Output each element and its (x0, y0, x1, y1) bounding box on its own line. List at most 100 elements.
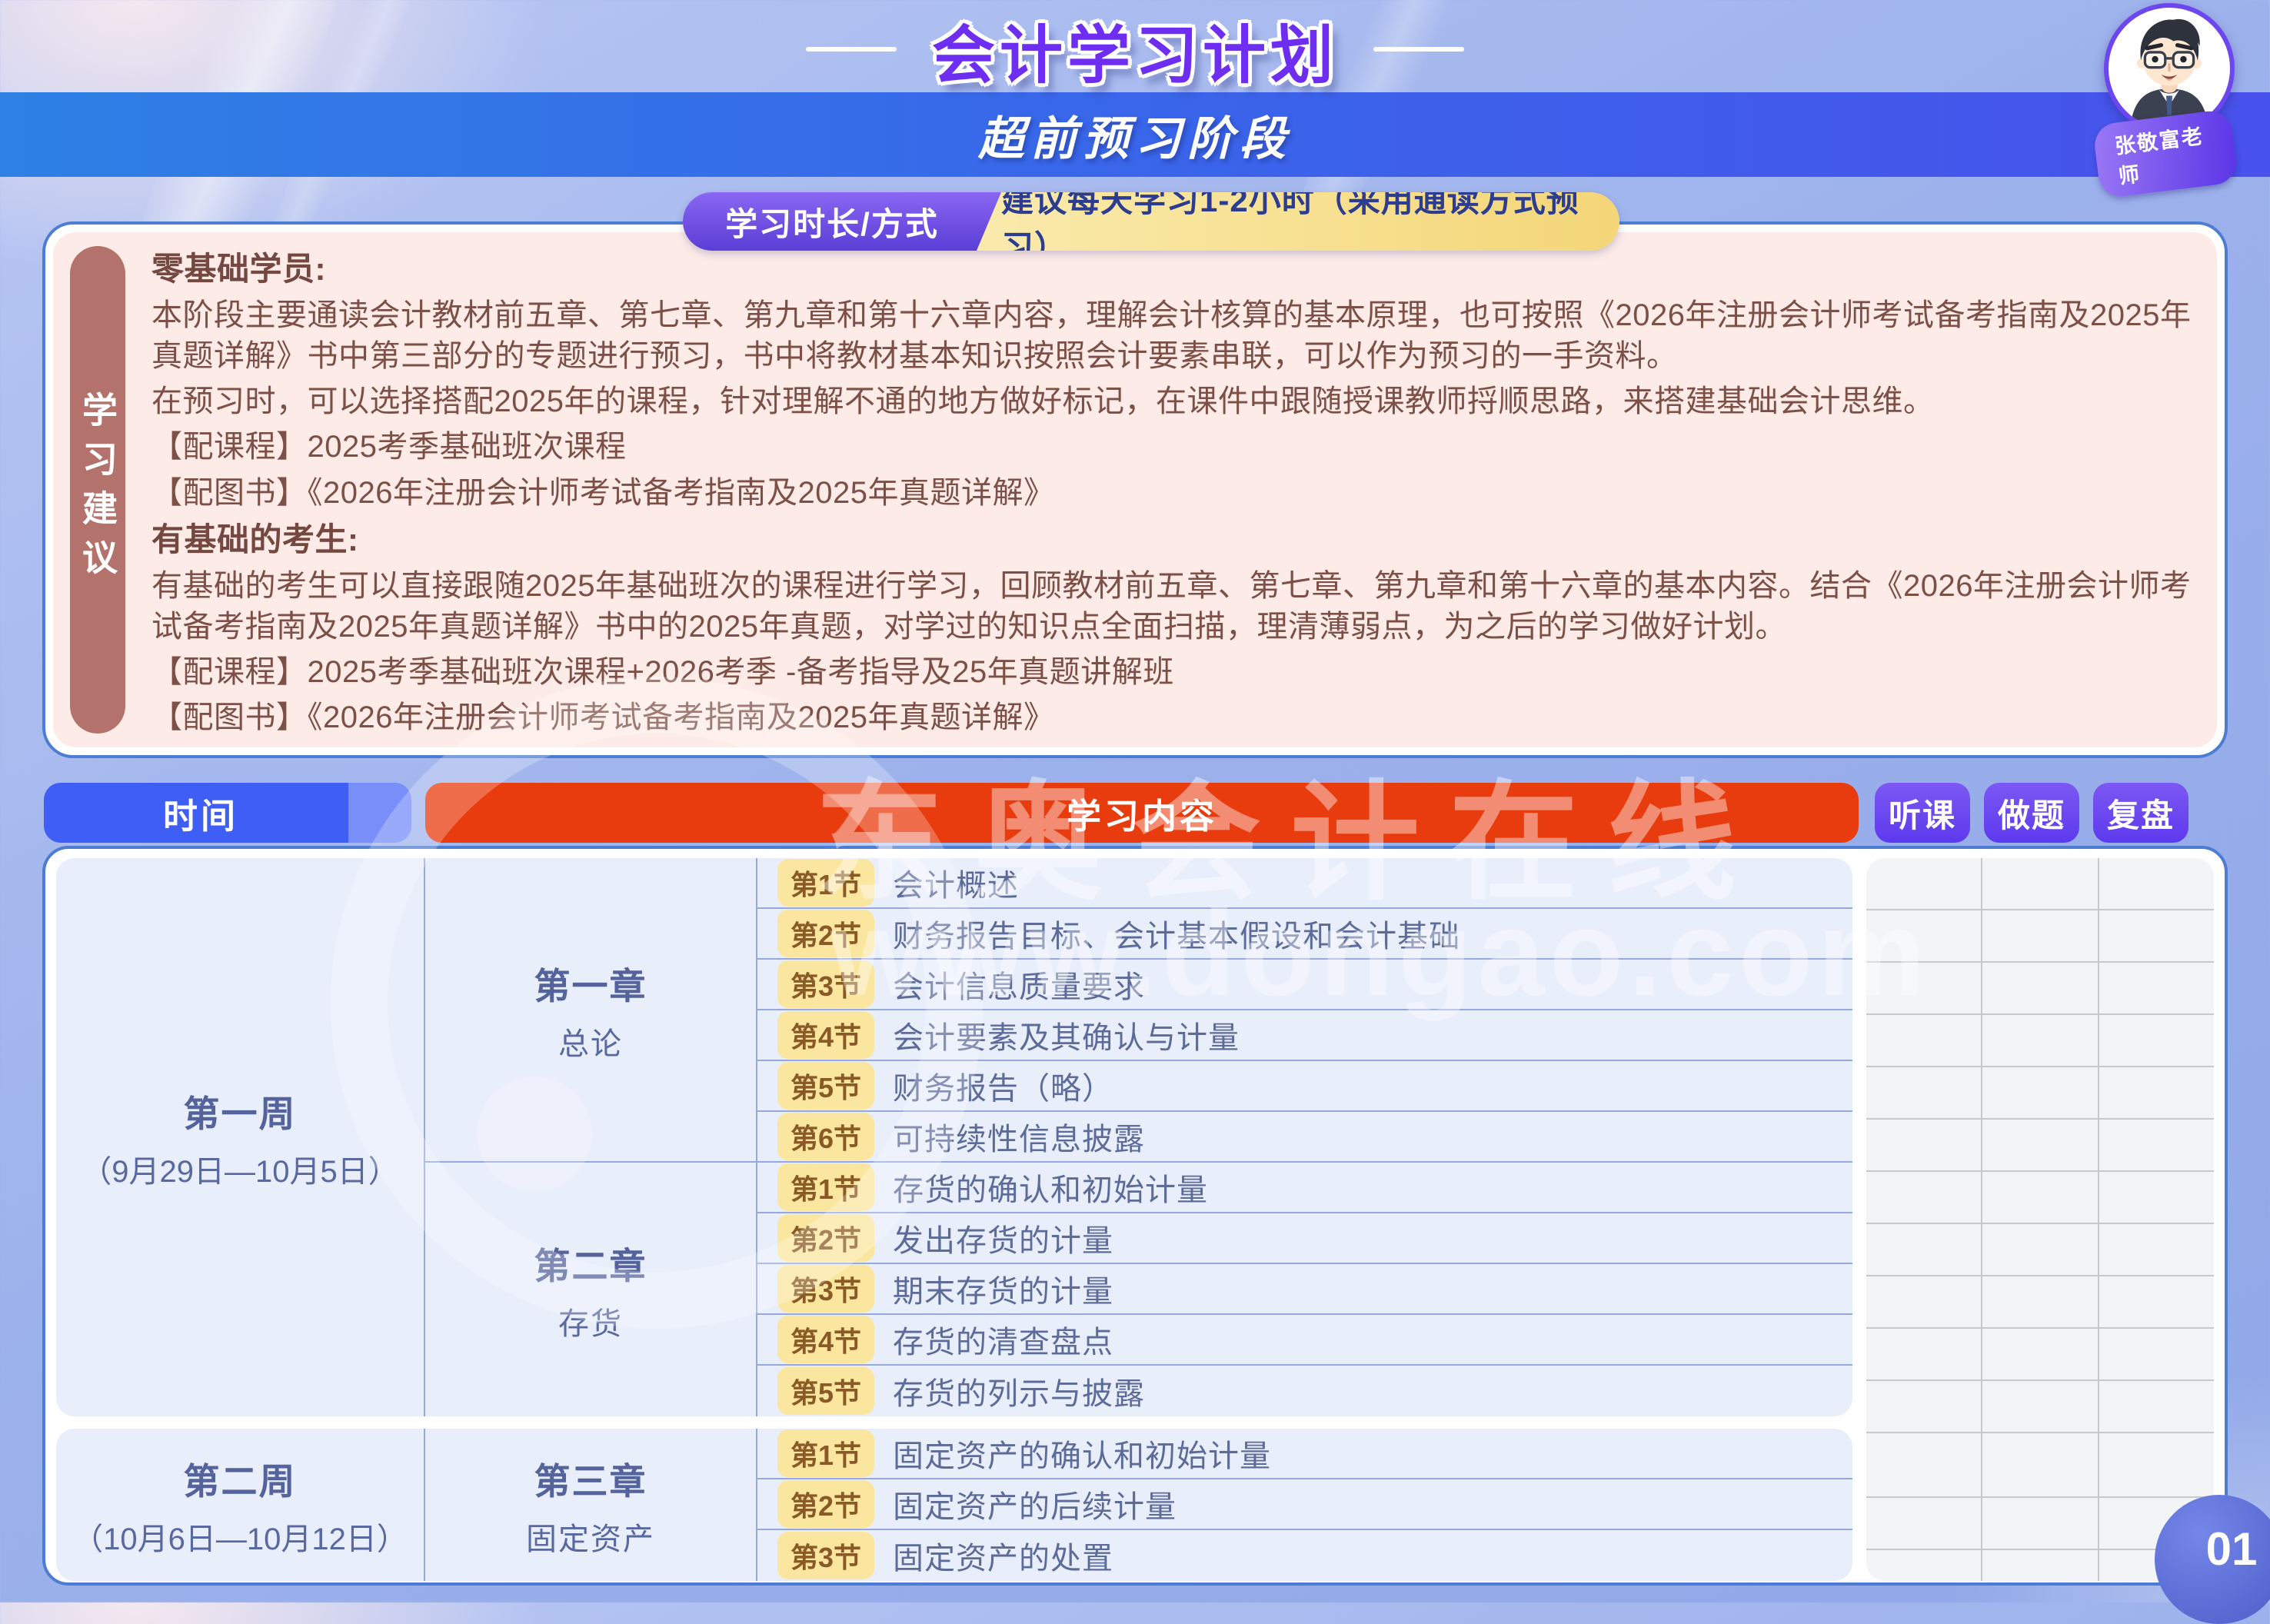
suggestion-sidebar: 学习建议 (70, 246, 125, 734)
suggestion-panel: 学习建议 零基础学员: 本阶段主要通读会计教材前五章、第七章、第九章和第十六章内容… (42, 221, 2228, 758)
check-cell[interactable] (1981, 1120, 2097, 1170)
section-row: 第3节 会计信息质量要求 (756, 960, 1852, 1010)
check-cell[interactable] (1981, 1224, 2097, 1275)
check-row (1866, 858, 2214, 910)
check-cell[interactable] (2097, 1067, 2214, 1118)
week-group-2: 第二周 （10月6日—10月12日） 第三章 固定资产 第1节 固定资产的确认和初始计量第… (56, 1429, 1852, 1581)
week-name: 第二周 (183, 1460, 297, 1502)
page-number-badge: 01 (2155, 1495, 2270, 1624)
section-title: 可持续性信息披露 (893, 1123, 1146, 1156)
check-cell[interactable] (2097, 1381, 2214, 1432)
section-title: 期末存货的计量 (893, 1275, 1114, 1309)
check-cell[interactable] (1981, 1550, 2097, 1581)
section-badge: 第1节 (777, 859, 875, 907)
section-row: 第2节 固定资产的后续计量 (756, 1479, 1852, 1530)
suggestion-line: 【配图书】《2026年注册会计师考试备考指南及2025年真题详解》 (151, 475, 1055, 510)
check-cell[interactable] (1981, 1446, 2097, 1496)
check-cell[interactable] (1866, 858, 1981, 909)
check-cell[interactable] (1981, 1329, 2097, 1379)
check-cell[interactable] (1866, 1329, 1981, 1379)
chapter-cell: 第三章 固定资产 (424, 1429, 756, 1581)
check-cell[interactable] (1981, 1172, 2097, 1223)
check-cell[interactable] (2097, 910, 2214, 961)
check-cell[interactable] (1981, 1276, 2097, 1327)
suggestion-panel-bg: 学习建议 零基础学员: 本阶段主要通读会计教材前五章、第七章、第九章和第十六章内容… (53, 232, 2217, 747)
week-group-1: 第一周 （9月29日—10月5日） 第一章 总论 第1节 会计概述 第2节 财务报告目标、会计… (56, 858, 1852, 1416)
section-row: 第1节 会计概述 (756, 858, 1852, 909)
section-row: 第1节 固定资产的确认和初始计量 (756, 1429, 1852, 1479)
study-time-label-wrap: 学习时长/方式 (683, 192, 1001, 251)
check-cell[interactable] (1866, 963, 1981, 1013)
check-cell[interactable] (1866, 1015, 1981, 1066)
section-title: 固定资产的确认和初始计量 (893, 1439, 1272, 1473)
suggestion-lines: 零基础学员: 本阶段主要通读会计教材前五章、第七章、第九章和第十六章内容，理解会计… (151, 243, 2200, 740)
check-cell[interactable] (2097, 1224, 2214, 1275)
check-cell[interactable] (2097, 1015, 2214, 1066)
section-badge: 第3节 (777, 960, 875, 1008)
check-row (1866, 1172, 2214, 1224)
section-title: 会计信息质量要求 (893, 970, 1146, 1004)
time-header-accent (348, 783, 411, 843)
check-cell[interactable] (1866, 1381, 1981, 1432)
check-cell[interactable] (2097, 1276, 2214, 1327)
check-cell[interactable] (2097, 858, 2214, 909)
check-cell[interactable] (1981, 858, 2097, 909)
check-cell[interactable] (1866, 1550, 1981, 1581)
page-title: 会计学习计划 (931, 20, 1338, 91)
check-cell[interactable] (2097, 1446, 2214, 1496)
section-row: 第4节 存货的清查盘点 (756, 1315, 1852, 1366)
check-cell[interactable] (1981, 910, 2097, 961)
check-cell[interactable] (2097, 1172, 2214, 1223)
header: 会计学习计划 (0, 17, 2270, 91)
check-cell[interactable] (1866, 1120, 1981, 1170)
schedule-table: 第一周 （9月29日—10月5日） 第一章 总论 第1节 会计概述 第2节 财务报告目标、会计… (42, 846, 2228, 1586)
check-row (1866, 1015, 2214, 1067)
check-cell[interactable] (1866, 1446, 1981, 1496)
section-badge: 第2节 (777, 1214, 875, 1262)
section-title: 存货的清查盘点 (893, 1326, 1114, 1359)
check-cell[interactable] (2097, 1120, 2214, 1170)
check-cell[interactable] (1981, 1381, 2097, 1432)
chapter-title: 总论 (558, 1027, 623, 1061)
section-title: 固定资产的处置 (893, 1542, 1114, 1576)
study-time-tag: 建议每天学习1-2小时（采用通读方式预习） 学习时长/方式 (683, 192, 1619, 251)
check-cell[interactable] (1866, 1224, 1981, 1275)
suggestion-line: 有基础的考生可以直接跟随2025年基础班次的课程进行学习，回顾教材前五章、第七章… (151, 568, 2192, 644)
section-title: 会计要素及其确认与计量 (893, 1021, 1240, 1055)
time-header-label: 时间 (162, 796, 238, 836)
section-title: 固定资产的后续计量 (893, 1490, 1177, 1524)
check-row (1866, 910, 2214, 963)
section-badge: 第1节 (777, 1163, 875, 1211)
check-cell[interactable] (1866, 1067, 1981, 1118)
check-row (1866, 1381, 2214, 1433)
check-cell[interactable] (1866, 1498, 1981, 1549)
check-row (1866, 1276, 2214, 1329)
check-cell[interactable] (2097, 963, 2214, 1013)
check-cell[interactable] (1866, 1276, 1981, 1327)
section-title: 财务报告目标、会计基本假设和会计基础 (893, 920, 1461, 953)
chapter-cell: 第二章 存货 (424, 1163, 756, 1416)
check-cell[interactable] (1981, 1015, 2097, 1066)
suggestion-sidebar-label: 学习建议 (78, 391, 118, 588)
check-cell[interactable] (1866, 910, 1981, 961)
column-header-content: 学习内容 (425, 783, 1859, 843)
week-range: （9月29日—10月5日） (81, 1154, 399, 1189)
check-cell[interactable] (1866, 1172, 1981, 1223)
check-cell[interactable] (1981, 963, 2097, 1013)
check-cell[interactable] (1981, 1498, 2097, 1549)
section-badge: 第1节 (777, 1429, 875, 1477)
check-row (1866, 1067, 2214, 1120)
column-header-time: 时间 (44, 783, 411, 843)
suggestion-heading: 零基础学员: (151, 251, 326, 287)
section-row: 第5节 存货的列示与披露 (756, 1366, 1852, 1416)
section-badge: 第6节 (777, 1113, 875, 1160)
section-row: 第3节 期末存货的计量 (756, 1264, 1852, 1315)
teacher-avatar-block: 张敬富老师 (2092, 3, 2239, 199)
chapter-name: 第二章 (534, 1245, 647, 1286)
column-header-listen: 听课 (1875, 783, 1970, 843)
check-cell[interactable] (2097, 1329, 2214, 1379)
content-header-label: 学习内容 (1066, 796, 1217, 836)
page-subtitle: 超前预习阶段 (978, 112, 1292, 165)
check-cell[interactable] (1981, 1067, 2097, 1118)
suggestion-line: 【配课程】2025考季基础班次课程+2026考季 -备考指导及25年真题讲解班 (151, 655, 1174, 690)
